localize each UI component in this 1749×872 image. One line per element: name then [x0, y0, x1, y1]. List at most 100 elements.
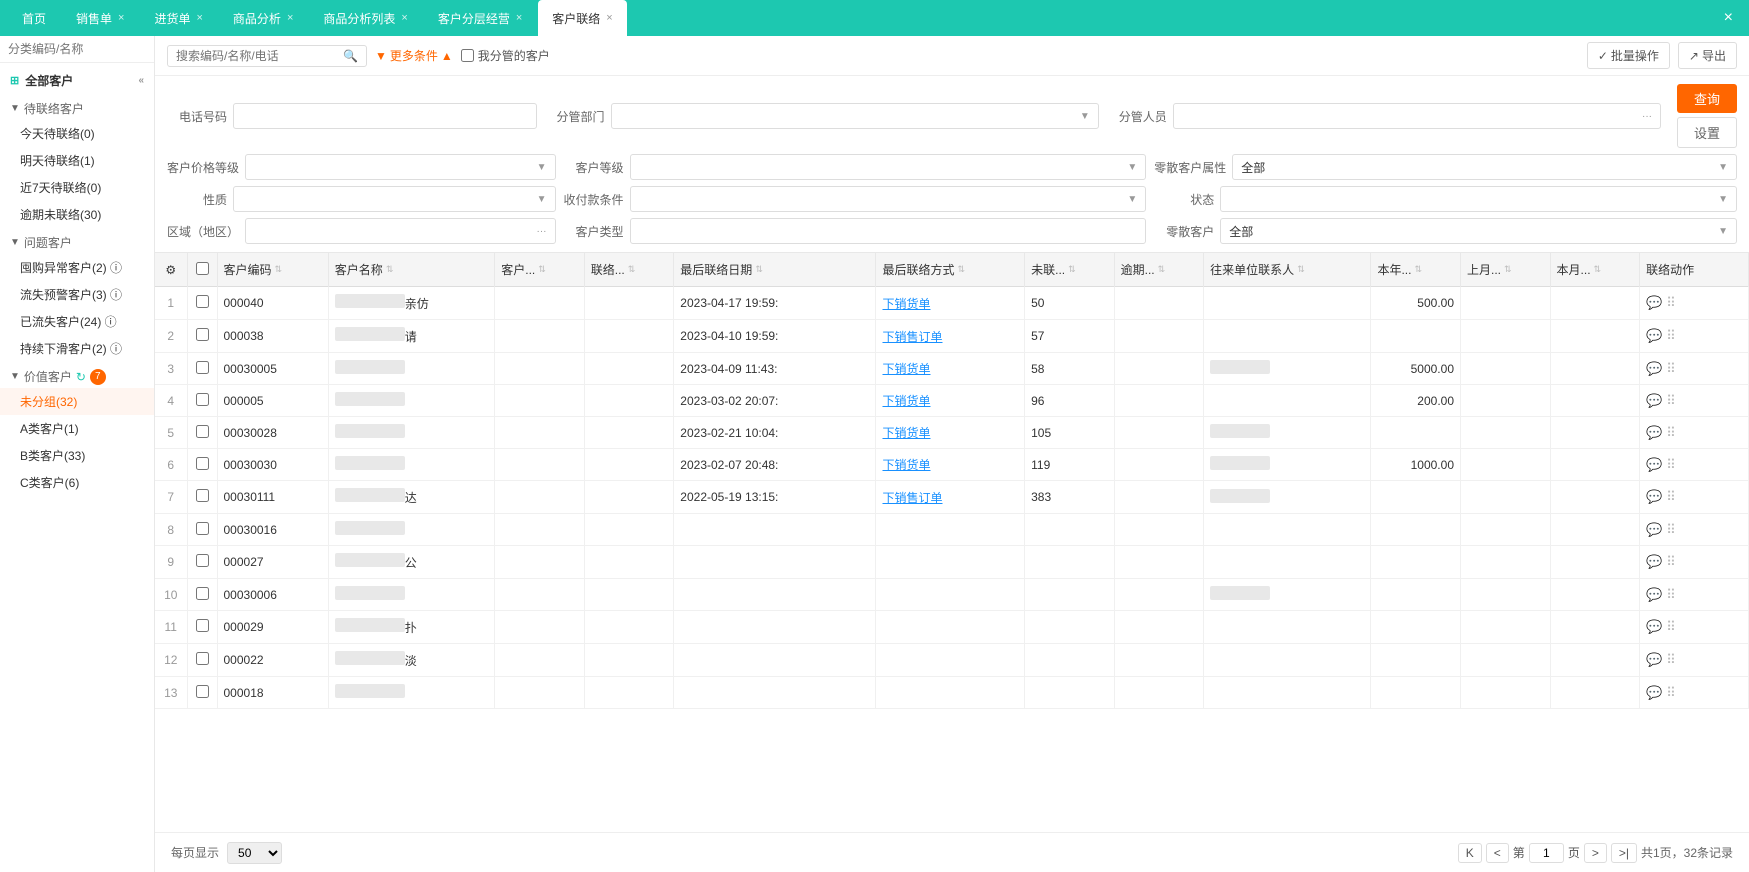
prev-page-btn[interactable]: < [1486, 843, 1509, 863]
search-icon[interactable]: 🔍 [343, 49, 358, 63]
sidebar-item-tomorrow[interactable]: 明天待联络(1) [0, 147, 154, 174]
cell-checkbox[interactable] [187, 611, 217, 644]
page-size-select[interactable]: 50 100 200 [227, 842, 282, 864]
sidebar-section-problem[interactable]: ▼ 问题客户 [0, 228, 154, 254]
comment-icon[interactable]: 💬 [1646, 554, 1662, 570]
method-link[interactable]: 下销售订单 [882, 491, 942, 505]
collapse-icon[interactable]: « [138, 75, 144, 86]
sidebar-section-value[interactable]: ▼ 价值客户 ↻ 7 [0, 362, 154, 388]
method-link[interactable]: 下销货单 [882, 297, 930, 311]
method-link[interactable]: 下销货单 [882, 458, 930, 472]
cell-checkbox[interactable] [187, 353, 217, 385]
more-action-icon[interactable]: ⠿ [1666, 425, 1676, 441]
row-checkbox[interactable] [196, 328, 209, 341]
close-sales-tab[interactable]: × [118, 12, 124, 24]
sort-overdue[interactable]: ⇅ [1158, 264, 1166, 275]
method-link[interactable]: 下销货单 [882, 426, 930, 440]
method-link[interactable]: 下销货单 [882, 362, 930, 376]
price-level-select[interactable]: ▼ [245, 154, 555, 180]
status-select[interactable]: ▼ [1220, 186, 1737, 212]
close-customer-mgmt-tab[interactable]: × [516, 12, 522, 24]
last-page-btn[interactable]: >| [1611, 843, 1637, 863]
sort-counterpart[interactable]: ⇅ [1297, 264, 1305, 275]
page-number-input[interactable] [1529, 843, 1564, 863]
row-checkbox[interactable] [196, 295, 209, 308]
cell-checkbox[interactable] [187, 644, 217, 677]
sidebar-item-hoard-abnormal[interactable]: 囤购异常客户(2) ⓘ [0, 254, 154, 281]
person-select[interactable]: ··· [1173, 103, 1661, 129]
tab-sales[interactable]: 销售单 × [62, 0, 138, 36]
sort-code[interactable]: ⇅ [275, 264, 283, 275]
cell-checkbox[interactable] [187, 287, 217, 320]
row-checkbox[interactable] [196, 393, 209, 406]
close-purchase-tab[interactable]: × [196, 12, 202, 24]
tab-home[interactable]: 首页 [8, 0, 60, 36]
more-action-icon[interactable]: ⠿ [1666, 457, 1676, 473]
sort-this-month[interactable]: ⇅ [1594, 264, 1602, 275]
sidebar-item-class-c[interactable]: C类客户(6) [0, 469, 154, 496]
sort-name[interactable]: ⇅ [386, 264, 394, 275]
comment-icon[interactable]: 💬 [1646, 328, 1662, 344]
cell-checkbox[interactable] [187, 449, 217, 481]
tab-customer-mgmt[interactable]: 客户分层经营 × [424, 0, 536, 36]
comment-icon[interactable]: 💬 [1646, 425, 1662, 441]
cell-checkbox[interactable] [187, 320, 217, 353]
cell-checkbox[interactable] [187, 546, 217, 579]
method-link[interactable]: 下销售订单 [882, 330, 942, 344]
row-checkbox[interactable] [196, 425, 209, 438]
row-checkbox[interactable] [196, 619, 209, 632]
sidebar-item-loss-warning[interactable]: 流失预警客户(3) ⓘ [0, 281, 154, 308]
my-customers-checkbox[interactable]: 我分管的客户 [461, 47, 550, 64]
comment-icon[interactable]: 💬 [1646, 522, 1662, 538]
sidebar-all-customers[interactable]: ⊞ 全部客户 « [0, 67, 154, 94]
sort-no-contact[interactable]: ⇅ [1068, 264, 1076, 275]
more-action-icon[interactable]: ⠿ [1666, 393, 1676, 409]
batch-ops-btn[interactable]: ✓ 批量操作 [1587, 42, 1670, 69]
sidebar-item-declining[interactable]: 持续下滑客户(2) ⓘ [0, 335, 154, 362]
close-product-analysis-tab[interactable]: × [287, 12, 293, 24]
close-customer-contact-tab[interactable]: × [606, 12, 612, 24]
sidebar-item-class-a[interactable]: A类客户(1) [0, 415, 154, 442]
more-action-icon[interactable]: ⠿ [1666, 361, 1676, 377]
cell-checkbox[interactable] [187, 385, 217, 417]
nature-select[interactable]: ▼ [233, 186, 556, 212]
sidebar-item-lost[interactable]: 已流失客户(24) ⓘ [0, 308, 154, 335]
my-customers-check[interactable] [461, 49, 474, 62]
comment-icon[interactable]: 💬 [1646, 457, 1662, 473]
cell-checkbox[interactable] [187, 514, 217, 546]
more-action-icon[interactable]: ⠿ [1666, 587, 1676, 603]
sort-this-year[interactable]: ⇅ [1414, 264, 1422, 275]
sort-type[interactable]: ⇅ [538, 264, 546, 275]
row-checkbox[interactable] [196, 361, 209, 374]
more-conditions-btn[interactable]: ▼ 更多条件 ▲ [375, 47, 453, 64]
more-action-icon[interactable]: ⠿ [1666, 295, 1676, 311]
sort-contact[interactable]: ⇅ [628, 264, 636, 275]
cell-checkbox[interactable] [187, 481, 217, 514]
sort-last-method[interactable]: ⇅ [958, 264, 966, 275]
tab-product-list[interactable]: 商品分析列表 × [309, 0, 421, 36]
region-select[interactable]: ··· [245, 218, 555, 244]
sidebar-section-pending[interactable]: ▼ 待联络客户 [0, 94, 154, 120]
sort-last-date[interactable]: ⇅ [755, 264, 763, 275]
sidebar-item-today[interactable]: 今天待联络(0) [0, 120, 154, 147]
query-btn[interactable]: 查询 [1677, 84, 1737, 113]
row-checkbox[interactable] [196, 522, 209, 535]
tab-customer-contact[interactable]: 客户联络 × [538, 0, 626, 36]
tab-purchase[interactable]: 进货单 × [140, 0, 216, 36]
dept-select[interactable]: ▼ [611, 103, 1099, 129]
row-checkbox[interactable] [196, 652, 209, 665]
th-settings[interactable]: ⚙ [155, 253, 187, 287]
customer-level-select[interactable]: ▼ [630, 154, 1147, 180]
cell-checkbox[interactable] [187, 579, 217, 611]
more-action-icon[interactable]: ⠿ [1666, 554, 1676, 570]
sidebar-item-class-b[interactable]: B类客户(33) [0, 442, 154, 469]
row-checkbox[interactable] [196, 587, 209, 600]
more-action-icon[interactable]: ⠿ [1666, 489, 1676, 505]
export-btn[interactable]: ↗ 导出 [1678, 42, 1737, 69]
comment-icon[interactable]: 💬 [1646, 489, 1662, 505]
next-page-btn[interactable]: > [1584, 843, 1607, 863]
more-action-icon[interactable]: ⠿ [1666, 652, 1676, 668]
sidebar-item-overdue[interactable]: 逾期未联络(30) [0, 201, 154, 228]
cell-checkbox[interactable] [187, 417, 217, 449]
select-all-checkbox[interactable] [196, 262, 209, 275]
